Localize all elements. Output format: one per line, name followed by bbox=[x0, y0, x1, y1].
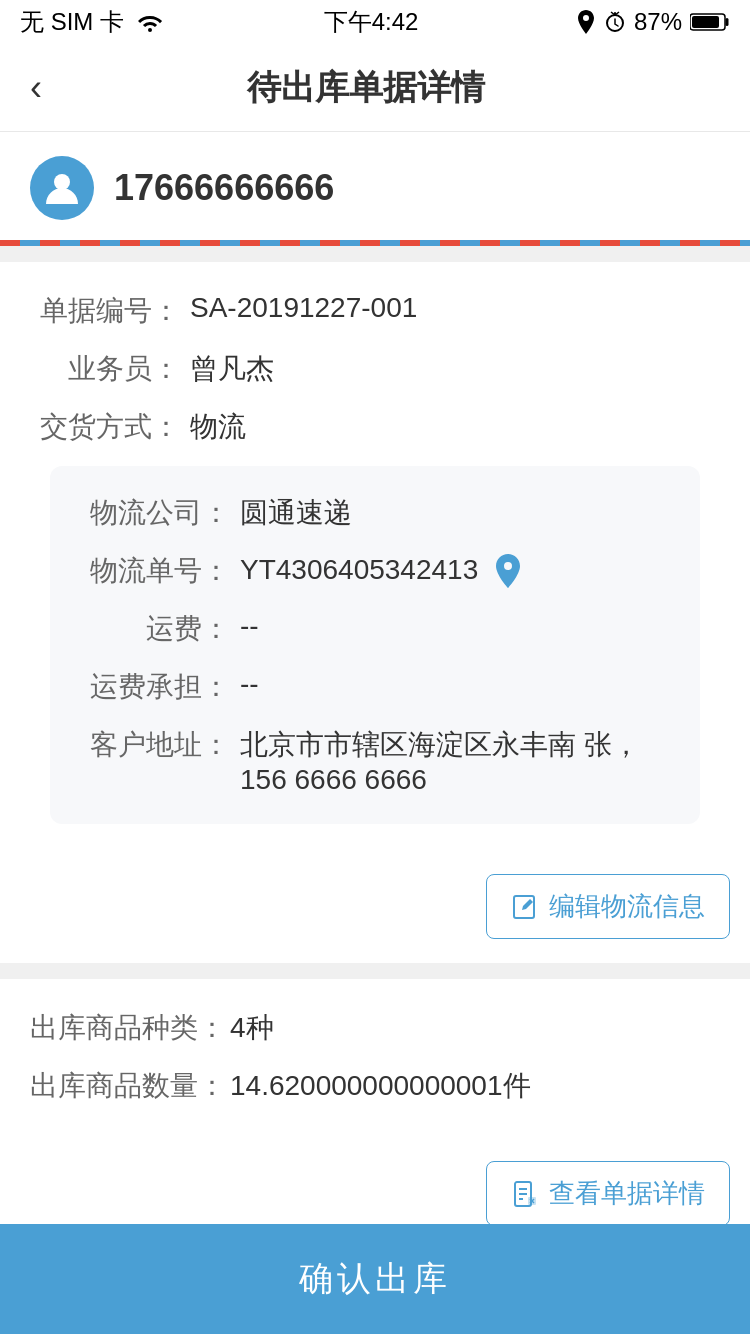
status-right: 87% bbox=[576, 8, 730, 36]
page-title: 待出库单据详情 bbox=[62, 65, 670, 111]
delivery-method-row: 交货方式： 物流 bbox=[30, 408, 720, 446]
freight-bearer-label: 运费承担： bbox=[80, 668, 230, 706]
quantity-value: 14.620000000000001件 bbox=[230, 1067, 531, 1105]
quantity-row: 出库商品数量： 14.620000000000001件 bbox=[30, 1067, 720, 1105]
svg-rect-3 bbox=[692, 16, 719, 28]
nav-bar: ‹ 待出库单据详情 bbox=[0, 44, 750, 132]
logistics-company-label: 物流公司： bbox=[80, 494, 230, 532]
status-time: 下午4:42 bbox=[324, 6, 419, 38]
tracking-no-row: 物流单号： YT43064053424​13 bbox=[80, 552, 670, 590]
sales-person-row: 业务员： 曾凡杰 bbox=[30, 350, 720, 388]
sales-person-label: 业务员： bbox=[30, 350, 180, 388]
address-label: 客户地址： bbox=[80, 726, 230, 764]
section-divider bbox=[0, 963, 750, 979]
category-label: 出库商品种类： bbox=[30, 1009, 230, 1047]
delivery-method-value: 物流 bbox=[190, 408, 720, 446]
back-button[interactable]: ‹ bbox=[30, 70, 42, 106]
avatar bbox=[30, 156, 94, 220]
category-row: 出库商品种类： 4种 bbox=[30, 1009, 720, 1047]
stats-section: 出库商品种类： 4种 出库商品数量： 14.620000000000001件 bbox=[0, 979, 750, 1145]
carrier-label: 无 SIM 卡 bbox=[20, 6, 124, 38]
confirm-btn-label: 确认出库 bbox=[299, 1256, 451, 1302]
freight-bearer-row: 运费承担： -- bbox=[80, 668, 670, 706]
svg-point-4 bbox=[54, 174, 70, 190]
logistics-company-value: 圆通速递 bbox=[240, 494, 670, 532]
document-no-row: 单据编号： SA-20191227-001 bbox=[30, 292, 720, 330]
decorative-dashed-line bbox=[0, 240, 750, 246]
logistics-company-row: 物流公司： 圆通速递 bbox=[80, 494, 670, 532]
battery-percent: 87% bbox=[634, 8, 682, 36]
freight-value: -- bbox=[240, 610, 670, 642]
edit-icon bbox=[511, 893, 539, 921]
category-value: 4种 bbox=[230, 1009, 274, 1047]
tracking-no-label: 物流单号： bbox=[80, 552, 230, 590]
sales-person-value: 曾凡杰 bbox=[190, 350, 720, 388]
freight-row: 运费： -- bbox=[80, 610, 670, 648]
quantity-label: 出库商品数量： bbox=[30, 1067, 230, 1105]
status-bar: 无 SIM 卡 下午4:42 87% bbox=[0, 0, 750, 44]
confirm-outbound-button[interactable]: 确认出库 bbox=[0, 1224, 750, 1334]
alarm-icon bbox=[604, 10, 626, 34]
basic-info-section: 单据编号： SA-20191227-001 业务员： 曾凡杰 交货方式： 物流 … bbox=[0, 262, 750, 854]
logistics-card: 物流公司： 圆通速递 物流单号： YT43064053424​13 运费： --… bbox=[50, 466, 700, 824]
freight-bearer-value: -- bbox=[240, 668, 670, 700]
edit-btn-row: 编辑物流信息 bbox=[0, 854, 750, 963]
view-detail-button[interactable]: 查看单据详情 bbox=[486, 1161, 730, 1226]
tracking-no-value: YT43064053424​13 bbox=[240, 552, 670, 588]
view-detail-label: 查看单据详情 bbox=[549, 1176, 705, 1211]
delivery-method-label: 交货方式： bbox=[30, 408, 180, 446]
edit-logistics-label: 编辑物流信息 bbox=[549, 889, 705, 924]
wifi-icon bbox=[134, 10, 166, 34]
svg-rect-2 bbox=[726, 18, 729, 26]
map-pin-icon[interactable] bbox=[490, 552, 526, 588]
location-active-icon bbox=[576, 10, 596, 34]
address-value: 北京市市辖区海淀区永丰南 张，156 6666 6666 bbox=[240, 726, 670, 796]
content: 17666666666 单据编号： SA-20191227-001 业务员： 曾… bbox=[0, 132, 750, 1334]
customer-card: 17666666666 bbox=[0, 132, 750, 240]
document-no-value: SA-20191227-001 bbox=[190, 292, 720, 324]
status-left: 无 SIM 卡 bbox=[20, 6, 166, 38]
battery-icon bbox=[690, 12, 730, 32]
freight-label: 运费： bbox=[80, 610, 230, 648]
person-icon bbox=[42, 168, 82, 208]
address-row: 客户地址： 北京市市辖区海淀区永丰南 张，156 6666 6666 bbox=[80, 726, 670, 796]
document-icon bbox=[511, 1180, 539, 1208]
customer-phone: 17666666666 bbox=[114, 167, 334, 209]
edit-logistics-button[interactable]: 编辑物流信息 bbox=[486, 874, 730, 939]
document-no-label: 单据编号： bbox=[30, 292, 180, 330]
